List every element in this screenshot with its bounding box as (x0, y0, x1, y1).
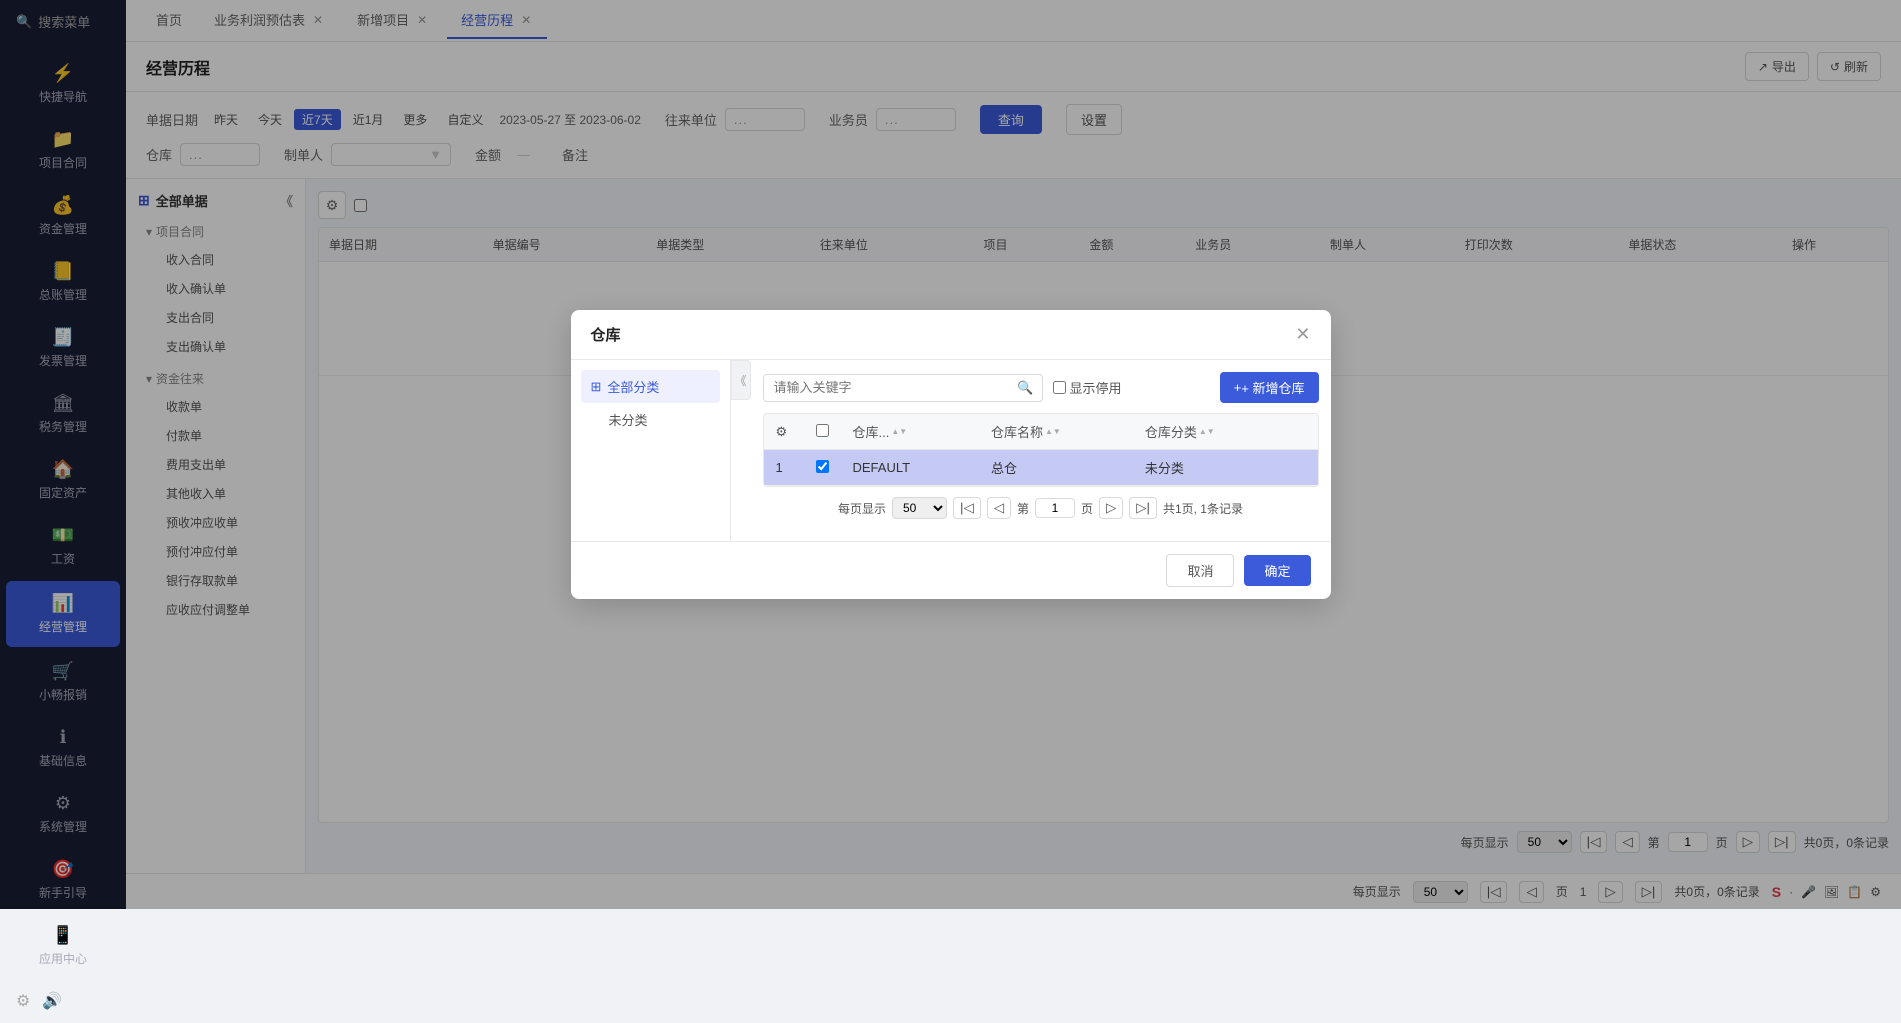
row-num: 1 (764, 450, 804, 486)
sidebar-item-app-center[interactable]: 📱 应用中心 (0, 913, 126, 979)
modal-table: ⚙ 仓库... ▲▼ (764, 414, 1318, 486)
modal-col-code: 仓库... ▲▼ (841, 414, 979, 450)
col-cat-label: 仓库分类 (1145, 422, 1197, 441)
modal-total-label: 共1页, 1条记录 (1163, 500, 1243, 517)
row-checkbox[interactable] (816, 460, 829, 473)
modal-body: ⊞ 全部分类 未分类 《 🔍 (571, 360, 1331, 541)
col-name-label: 仓库名称 (991, 422, 1043, 441)
col-gear-icon: ⚙ (776, 424, 788, 439)
modal-col-category: 仓库分类 ▲▼ (1133, 414, 1318, 450)
app-center-icon: 📱 (52, 925, 74, 946)
modal-page-pre: 第 (1017, 500, 1029, 517)
show-disabled-text: 显示停用 (1070, 378, 1122, 397)
add-warehouse-button[interactable]: + + 新增仓库 (1220, 372, 1319, 403)
col-code-sort[interactable]: 仓库... ▲▼ (853, 422, 908, 441)
add-warehouse-label: + 新增仓库 (1241, 378, 1304, 397)
show-disabled-checkbox[interactable] (1053, 381, 1066, 394)
row-category: 未分类 (1133, 450, 1318, 486)
modal-close-button[interactable]: ✕ (1295, 324, 1310, 345)
modal-title: 仓库 (591, 324, 621, 345)
modal-pagination: 每页显示 50 100 |◁ ◁ 第 页 ▷ ▷| 共1页, 1条记录 (763, 487, 1319, 529)
modal-col-gear: ⚙ (764, 414, 804, 450)
modal-footer: 取消 确定 (571, 541, 1331, 599)
plus-icon: + (1234, 380, 1242, 395)
sort-arrows-name: ▲▼ (1045, 428, 1061, 436)
modal-content-area: 🔍 显示停用 + + 新增仓库 (751, 360, 1331, 541)
grid-icon-modal: ⊞ (591, 379, 602, 395)
modal-search-icon[interactable]: 🔍 (1009, 375, 1041, 401)
modal-table-row[interactable]: 1 DEFAULT 总仓 未分类 (764, 450, 1318, 486)
modal-search-input[interactable] (764, 375, 1010, 400)
modal-overlay: 仓库 ✕ ⊞ 全部分类 未分类 《 (0, 0, 1901, 909)
modal-tree: ⊞ 全部分类 未分类 (571, 360, 731, 541)
modal-tree-uncat-label: 未分类 (609, 410, 648, 429)
modal-tree-collapse[interactable]: 《 (731, 360, 751, 400)
modal-next-page[interactable]: ▷ (1099, 497, 1123, 519)
modal-page-label: 页 (1081, 500, 1093, 517)
settings-bottom-icon[interactable]: ⚙ (16, 991, 30, 1011)
sidebar-bottom: ⚙ 🔊 (0, 979, 126, 1023)
sidebar-item-label: 应用中心 (39, 950, 87, 967)
sort-arrows-cat: ▲▼ (1199, 428, 1215, 436)
col-name-sort[interactable]: 仓库名称 ▲▼ (991, 422, 1061, 441)
row-name: 总仓 (979, 450, 1133, 486)
modal-last-page[interactable]: ▷| (1129, 497, 1157, 519)
modal-col-name: 仓库名称 ▲▼ (979, 414, 1133, 450)
modal-page-input[interactable] (1035, 498, 1075, 518)
show-disabled-label[interactable]: 显示停用 (1053, 378, 1122, 397)
modal-tree-all-label: 全部分类 (607, 377, 659, 396)
modal-search[interactable]: 🔍 (763, 374, 1043, 402)
volume-icon[interactable]: 🔊 (42, 991, 62, 1011)
modal-table-container: ⚙ 仓库... ▲▼ (763, 413, 1319, 487)
modal-header: 仓库 ✕ (571, 310, 1331, 360)
row-checkbox-cell (804, 450, 841, 486)
modal-tree-uncategorized[interactable]: 未分类 (581, 403, 720, 436)
modal-page-size-select[interactable]: 50 100 (892, 497, 947, 519)
modal-confirm-button[interactable]: 确定 (1244, 555, 1310, 586)
modal-cancel-button[interactable]: 取消 (1166, 554, 1234, 587)
modal-page-size-label: 每页显示 (838, 500, 886, 517)
modal-prev-page[interactable]: ◁ (987, 497, 1011, 519)
row-code: DEFAULT (841, 450, 979, 486)
modal-toolbar: 🔍 显示停用 + + 新增仓库 (763, 372, 1319, 403)
col-code-label: 仓库... (853, 422, 890, 441)
modal-first-page[interactable]: |◁ (953, 497, 981, 519)
modal-tree-all-categories[interactable]: ⊞ 全部分类 (581, 370, 720, 403)
sort-arrows-code: ▲▼ (891, 428, 907, 436)
col-cat-sort[interactable]: 仓库分类 ▲▼ (1145, 422, 1215, 441)
modal-select-all[interactable] (816, 424, 829, 437)
modal-col-checkbox (804, 414, 841, 450)
warehouse-modal: 仓库 ✕ ⊞ 全部分类 未分类 《 (571, 310, 1331, 599)
